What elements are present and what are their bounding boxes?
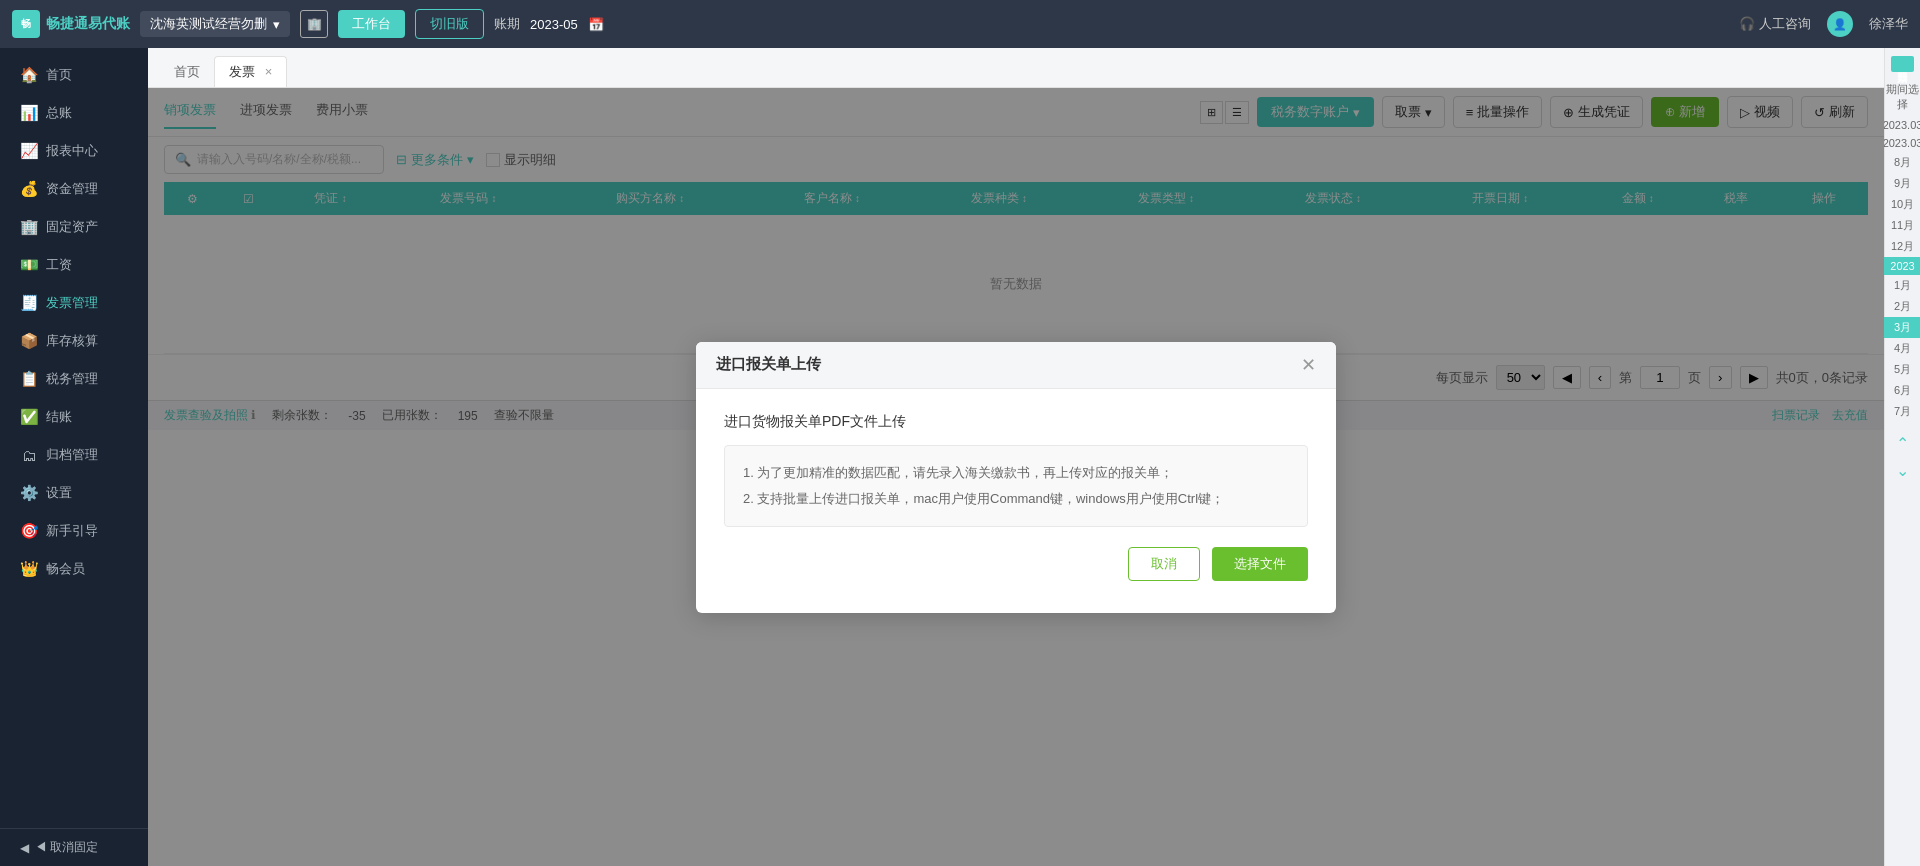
period-selector-title: 期间选择 (1885, 82, 1920, 112)
ledger-icon: 📊 (20, 104, 38, 122)
content-area: 销项发票 进项发票 费用小票 ⊞ ☰ 税务数字账户 ▾ 取票 ▾ (148, 88, 1884, 866)
period-selector: 2023.03 2023.03 8月 9月 10月 11月 12月 2023 1… (1879, 116, 1920, 422)
sidebar-item-ledger[interactable]: 📊 总账 (0, 94, 148, 132)
sidebar-item-member[interactable]: 👑 畅会员 (0, 550, 148, 588)
workspace-button[interactable]: 工作台 (338, 10, 405, 38)
period-6[interactable]: 6月 (1879, 380, 1920, 401)
modal-select-file-button[interactable]: 选择文件 (1212, 547, 1308, 581)
checkout-icon: ✅ (20, 408, 38, 426)
sidebar: 🏠 首页 📊 总账 📈 报表中心 💰 资金管理 🏢 固定资产 💵 工资 🧾 发票… (0, 48, 148, 866)
tab-invoice[interactable]: 发票 × (214, 56, 287, 87)
main-content: 首页 发票 × 销项发票 进项发票 费用小票 ⊞ ☰ (148, 48, 1884, 866)
invoice-icon: 🧾 (20, 294, 38, 312)
building-icon: 🏢 (307, 17, 322, 31)
guide-icon: 🎯 (20, 522, 38, 540)
chevron-down-icon: ▾ (273, 17, 280, 32)
reports-icon: 📈 (20, 142, 38, 160)
user-avatar: 👤 (1827, 11, 1853, 37)
chevron-up-icon: ⌃ (1896, 435, 1909, 452)
sidebar-item-archive[interactable]: 🗂 归档管理 (0, 436, 148, 474)
top-bar-right: 🎧 人工咨询 👤 徐泽华 (1739, 11, 1908, 37)
period-4[interactable]: 4月 (1879, 338, 1920, 359)
modal-info-item-1: 1. 为了更加精准的数据匹配，请先录入海关缴款书，再上传对应的报关单； (743, 460, 1289, 486)
calendar-icon[interactable]: 📅 (588, 17, 604, 32)
company-icon-btn[interactable]: 🏢 (300, 10, 328, 38)
period-10[interactable]: 10月 (1879, 194, 1920, 215)
main-layout: 🏠 首页 📊 总账 📈 报表中心 💰 资金管理 🏢 固定资产 💵 工资 🧾 发票… (0, 48, 1920, 866)
period-value: 2023-05 (530, 17, 578, 32)
period-label: 账期 (494, 15, 520, 33)
period-9[interactable]: 9月 (1879, 173, 1920, 194)
sidebar-item-settings[interactable]: ⚙️ 设置 (0, 474, 148, 512)
sidebar-collapse-btn[interactable]: ◀ ◀ 取消固定 (0, 828, 148, 866)
sidebar-item-guide[interactable]: 🎯 新手引导 (0, 512, 148, 550)
user-name: 徐泽华 (1869, 15, 1908, 33)
modal-header: 进口报关单上传 ✕ (696, 342, 1336, 389)
tab-close-icon[interactable]: × (265, 64, 273, 79)
modal-overlay: 进口报关单上传 ✕ 进口货物报关单PDF文件上传 1. 为了更加精准的数据匹配，… (148, 88, 1884, 866)
modal-title: 进口报关单上传 (716, 355, 821, 374)
sidebar-item-home[interactable]: 🏠 首页 (0, 56, 148, 94)
period-7[interactable]: 7月 (1879, 401, 1920, 422)
funds-icon: 💰 (20, 180, 38, 198)
collapse-icon: ◀ (20, 841, 29, 855)
modal-section-title: 进口货物报关单PDF文件上传 (724, 413, 1308, 431)
home-icon: 🏠 (20, 66, 38, 84)
archive-icon: 🗂 (20, 447, 38, 464)
settings-icon: ⚙️ (20, 484, 38, 502)
modal-info-item-2: 2. 支持批量上传进口报关单，mac用户使用Command键，windows用户… (743, 486, 1289, 512)
app-logo: 畅 畅捷通易代账 (12, 10, 130, 38)
headset-icon: 🎧 (1739, 16, 1755, 31)
salary-icon: 💵 (20, 256, 38, 274)
top-bar: 畅 畅捷通易代账 沈海英测试经营勿删 ▾ 🏢 工作台 切旧版 账期 2023-0… (0, 0, 1920, 48)
open-date-btn[interactable]: 开票日期 (1891, 56, 1914, 72)
period-8[interactable]: 8月 (1879, 152, 1920, 173)
assets-icon: 🏢 (20, 218, 38, 236)
period-2023[interactable]: 2023 (1879, 257, 1920, 275)
period-12[interactable]: 12月 (1879, 236, 1920, 257)
tab-home[interactable]: 首页 (164, 57, 210, 87)
sidebar-item-assets[interactable]: 🏢 固定资产 (0, 208, 148, 246)
collapse-up-btn[interactable]: ⌃ (1896, 434, 1909, 453)
tax-icon: 📋 (20, 370, 38, 388)
support-label[interactable]: 🎧 人工咨询 (1739, 15, 1811, 33)
right-panel: 开票日期 期间选择 2023.03 2023.03 8月 9月 10月 11月 … (1884, 48, 1920, 866)
period-2[interactable]: 2月 (1879, 296, 1920, 317)
modal-close-btn[interactable]: ✕ (1301, 354, 1316, 376)
sidebar-item-funds[interactable]: 💰 资金管理 (0, 170, 148, 208)
inventory-icon: 📦 (20, 332, 38, 350)
period-1[interactable]: 1月 (1879, 275, 1920, 296)
switch-version-button[interactable]: 切旧版 (415, 9, 484, 39)
period-5[interactable]: 5月 (1879, 359, 1920, 380)
period-2023-03-2[interactable]: 2023.03 (1879, 134, 1920, 152)
import-customs-modal: 进口报关单上传 ✕ 进口货物报关单PDF文件上传 1. 为了更加精准的数据匹配，… (696, 342, 1336, 613)
modal-info-box: 1. 为了更加精准的数据匹配，请先录入海关缴款书，再上传对应的报关单； 2. 支… (724, 445, 1308, 527)
sidebar-item-reports[interactable]: 📈 报表中心 (0, 132, 148, 170)
period-2023-03-1[interactable]: 2023.03 (1879, 116, 1920, 134)
sidebar-item-inventory[interactable]: 📦 库存核算 (0, 322, 148, 360)
period-3[interactable]: 3月 (1879, 317, 1920, 338)
company-name: 沈海英测试经营勿删 (150, 15, 267, 33)
tab-bar: 首页 发票 × (148, 48, 1884, 88)
sidebar-item-tax[interactable]: 📋 税务管理 (0, 360, 148, 398)
period-11[interactable]: 11月 (1879, 215, 1920, 236)
sidebar-item-invoice[interactable]: 🧾 发票管理 (0, 284, 148, 322)
app-name: 畅捷通易代账 (46, 15, 130, 33)
logo-icon: 畅 (12, 10, 40, 38)
modal-body: 进口货物报关单PDF文件上传 1. 为了更加精准的数据匹配，请先录入海关缴款书，… (696, 389, 1336, 613)
member-icon: 👑 (20, 560, 38, 578)
modal-footer: 取消 选择文件 (724, 547, 1308, 589)
sidebar-item-checkout[interactable]: ✅ 结账 (0, 398, 148, 436)
collapse-down-btn[interactable]: ⌄ (1896, 461, 1909, 480)
company-selector[interactable]: 沈海英测试经营勿删 ▾ (140, 11, 290, 37)
modal-cancel-button[interactable]: 取消 (1128, 547, 1200, 581)
sidebar-item-salary[interactable]: 💵 工资 (0, 246, 148, 284)
chevron-down-icon: ⌄ (1896, 462, 1909, 479)
